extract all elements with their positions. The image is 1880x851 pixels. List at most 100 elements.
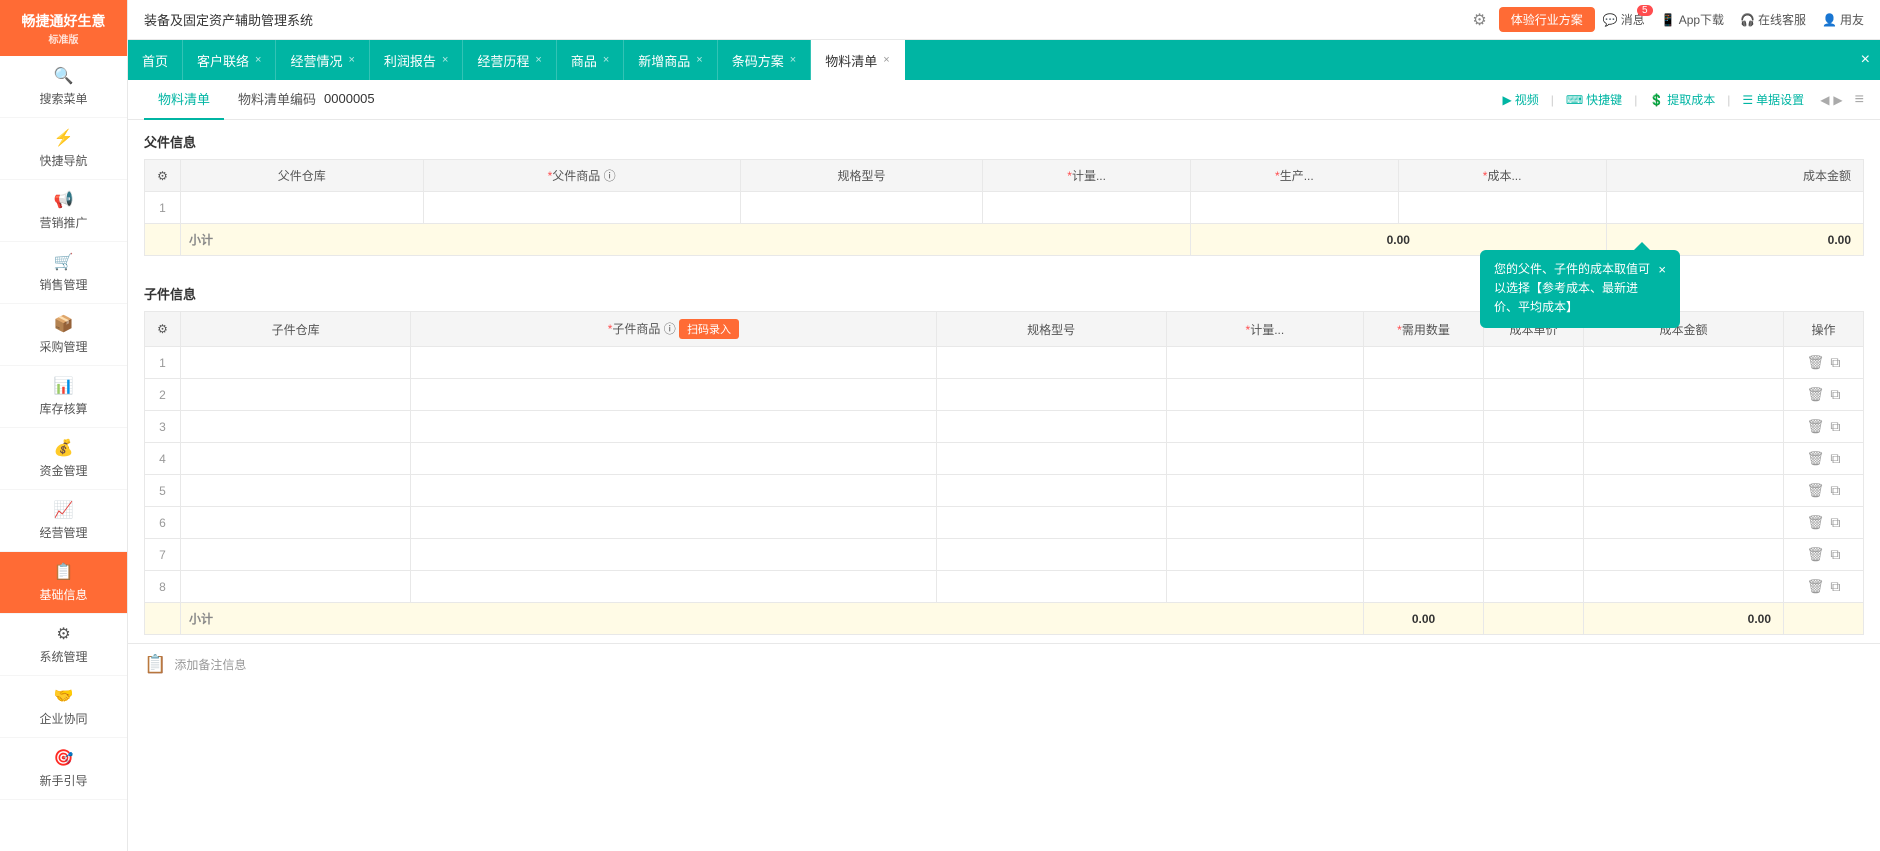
delete-icon-6[interactable]: 🗑: [1807, 546, 1825, 563]
close-all-tabs-btn[interactable]: ×: [1851, 51, 1880, 69]
child-cell-qty-0[interactable]: [1364, 347, 1484, 379]
child-cell-unit-3[interactable]: [1166, 443, 1363, 475]
tab-material-list[interactable]: 物料清单: [144, 80, 224, 120]
child-cell-spec-4[interactable]: [936, 475, 1166, 507]
copy-icon-5[interactable]: ⧉: [1830, 514, 1840, 531]
nav-tab-close-6[interactable]: ×: [696, 54, 702, 66]
sidebar-item-collab[interactable]: 🤝企业协同: [0, 676, 127, 738]
gear-icon[interactable]: ⚙: [1472, 10, 1486, 30]
child-cell-spec-3[interactable]: [936, 443, 1166, 475]
child-cell-goods-0[interactable]: [411, 347, 936, 379]
child-cell-spec-6[interactable]: [936, 539, 1166, 571]
child-cell-unitprice-2[interactable]: [1484, 411, 1584, 443]
child-cell-warehouse-3[interactable]: [181, 443, 411, 475]
child-cell-qty-2[interactable]: [1364, 411, 1484, 443]
child-cell-goods-7[interactable]: [411, 571, 936, 603]
delete-icon-5[interactable]: 🗑: [1807, 514, 1825, 531]
sidebar-item-sales[interactable]: 🛒销售管理: [0, 242, 127, 304]
child-cell-warehouse-6[interactable]: [181, 539, 411, 571]
sidebar-item-inventory[interactable]: 📊库存核算: [0, 366, 127, 428]
child-cell-unitprice-4[interactable]: [1484, 475, 1584, 507]
child-cell-spec-1[interactable]: [936, 379, 1166, 411]
child-cell-unit-2[interactable]: [1166, 411, 1363, 443]
copy-icon-6[interactable]: ⧉: [1830, 546, 1840, 563]
child-cell-unit-1[interactable]: [1166, 379, 1363, 411]
parent-cell-cost[interactable]: [1398, 192, 1606, 224]
child-cell-unitprice-1[interactable]: [1484, 379, 1584, 411]
child-cell-warehouse-1[interactable]: [181, 379, 411, 411]
sidebar-item-nav[interactable]: ⚡快捷导航: [0, 118, 127, 180]
child-cell-unitprice-7[interactable]: [1484, 571, 1584, 603]
nav-tab-7[interactable]: 条码方案×: [718, 40, 811, 80]
child-cell-qty-6[interactable]: [1364, 539, 1484, 571]
child-cell-goods-1[interactable]: [411, 379, 936, 411]
delete-icon-4[interactable]: 🗑: [1807, 482, 1825, 499]
extract-cost-btn[interactable]: 💲 提取成本: [1649, 91, 1715, 108]
child-cell-goods-4[interactable]: [411, 475, 936, 507]
sidebar-item-guide[interactable]: 🎯新手引导: [0, 738, 127, 800]
experience-btn[interactable]: 体验行业方案: [1499, 7, 1595, 32]
nav-tab-close-3[interactable]: ×: [442, 54, 448, 66]
child-cell-unit-7[interactable]: [1166, 571, 1363, 603]
nav-tab-1[interactable]: 客户联络×: [183, 40, 276, 80]
child-cell-spec-7[interactable]: [936, 571, 1166, 603]
child-cell-unit-5[interactable]: [1166, 507, 1363, 539]
child-cell-warehouse-5[interactable]: [181, 507, 411, 539]
child-cell-unit-6[interactable]: [1166, 539, 1363, 571]
sidebar-item-operation[interactable]: 📈经营管理: [0, 490, 127, 552]
sidebar-item-search[interactable]: 🔍搜索菜单: [0, 56, 127, 118]
nav-tab-2[interactable]: 经营情况×: [276, 40, 369, 80]
nav-tab-close-5[interactable]: ×: [603, 54, 609, 66]
parent-col-settings[interactable]: ⚙: [145, 160, 181, 192]
copy-icon-4[interactable]: ⧉: [1830, 482, 1840, 499]
list-view-btn[interactable]: ≡: [1855, 91, 1864, 109]
child-cell-warehouse-4[interactable]: [181, 475, 411, 507]
online-chat-btn[interactable]: 🎧 在线客服: [1740, 11, 1806, 28]
child-cell-unitprice-3[interactable]: [1484, 443, 1584, 475]
nav-tab-close-2[interactable]: ×: [348, 54, 354, 66]
child-cell-unit-0[interactable]: [1166, 347, 1363, 379]
nav-tab-close-4[interactable]: ×: [535, 54, 541, 66]
child-cell-qty-5[interactable]: [1364, 507, 1484, 539]
tab-material-code[interactable]: 物料清单编码 0000005: [224, 80, 389, 120]
nav-tab-4[interactable]: 经营历程×: [463, 40, 556, 80]
nav-tab-close-7[interactable]: ×: [790, 54, 796, 66]
child-cell-goods-2[interactable]: [411, 411, 936, 443]
nav-next-btn[interactable]: ▶: [1833, 93, 1842, 107]
child-cell-warehouse-0[interactable]: [181, 347, 411, 379]
nav-tab-8[interactable]: 物料清单×: [811, 40, 904, 80]
parent-cell-production[interactable]: [1191, 192, 1399, 224]
child-cell-warehouse-2[interactable]: [181, 411, 411, 443]
delete-icon-0[interactable]: 🗑: [1807, 354, 1825, 371]
parent-cell-unit[interactable]: [983, 192, 1191, 224]
child-cell-goods-3[interactable]: [411, 443, 936, 475]
copy-icon-2[interactable]: ⧉: [1830, 418, 1840, 435]
shortcut-btn[interactable]: ⌨ 快捷键: [1566, 91, 1622, 108]
nav-tab-close-8[interactable]: ×: [883, 54, 889, 66]
user-btn[interactable]: 👤 用友: [1822, 11, 1864, 28]
copy-icon-3[interactable]: ⧉: [1830, 450, 1840, 467]
parent-cell-goods[interactable]: [423, 192, 740, 224]
video-btn[interactable]: ▶ 视频: [1502, 91, 1538, 108]
child-cell-goods-5[interactable]: [411, 507, 936, 539]
child-col-settings[interactable]: ⚙: [145, 312, 181, 347]
child-cell-qty-4[interactable]: [1364, 475, 1484, 507]
child-cell-unitprice-5[interactable]: [1484, 507, 1584, 539]
child-cell-spec-0[interactable]: [936, 347, 1166, 379]
child-cell-qty-3[interactable]: [1364, 443, 1484, 475]
copy-icon-0[interactable]: ⧉: [1830, 354, 1840, 371]
delete-icon-1[interactable]: 🗑: [1807, 386, 1825, 403]
child-cell-warehouse-7[interactable]: [181, 571, 411, 603]
nav-tab-0[interactable]: 首页: [128, 40, 183, 80]
delete-icon-7[interactable]: 🗑: [1807, 578, 1825, 595]
sidebar-item-marketing[interactable]: 📢营销推广: [0, 180, 127, 242]
app-download-btn[interactable]: 📱 App下载: [1661, 11, 1724, 28]
delete-icon-3[interactable]: 🗑: [1807, 450, 1825, 467]
nav-tab-5[interactable]: 商品×: [557, 40, 624, 80]
child-cell-spec-5[interactable]: [936, 507, 1166, 539]
child-cell-qty-7[interactable]: [1364, 571, 1484, 603]
copy-icon-7[interactable]: ⧉: [1830, 578, 1840, 595]
child-cell-qty-1[interactable]: [1364, 379, 1484, 411]
child-cell-unitprice-0[interactable]: [1484, 347, 1584, 379]
doc-settings-btn[interactable]: ☰ 单据设置: [1742, 91, 1804, 108]
